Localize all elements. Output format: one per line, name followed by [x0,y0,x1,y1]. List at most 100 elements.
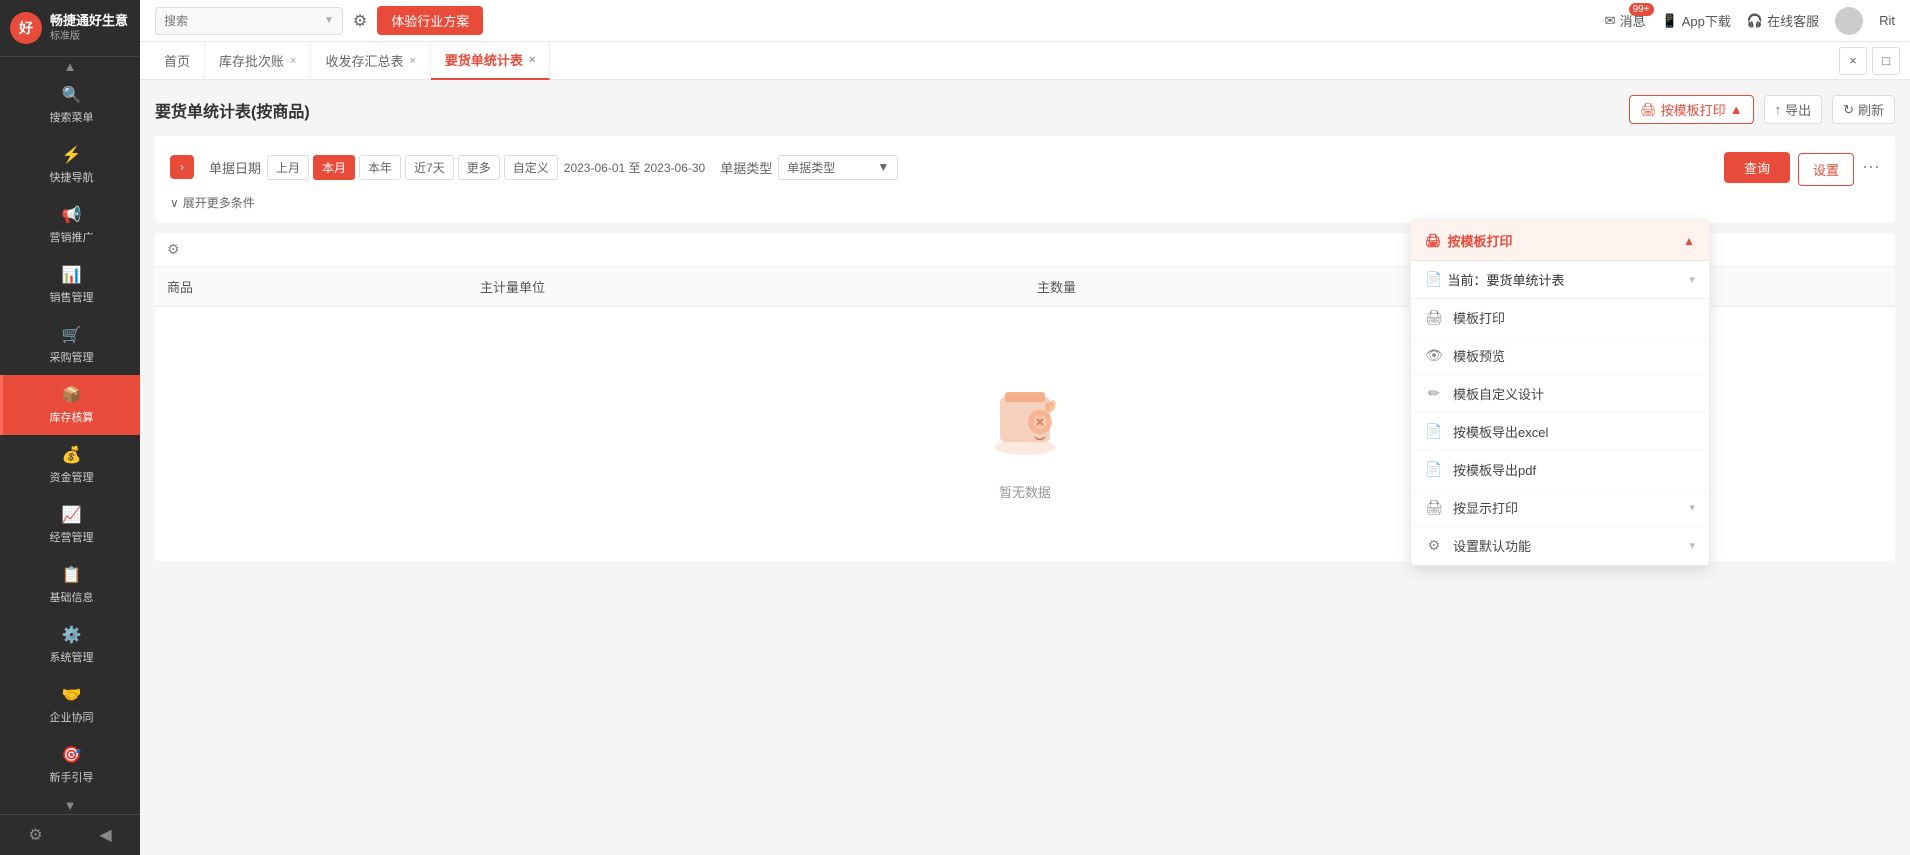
tab-close-window-btn[interactable]: × [1839,47,1867,75]
service-icon: 🎧 [1747,13,1763,29]
settings-btn[interactable]: 设置 [1798,153,1854,186]
export-excel-item[interactable]: 📄 按模板导出excel [1411,413,1709,451]
page-header: 要货单统计表(按商品) 🖨 按模板打印 ▲ ↑ 导出 ↻ 刷新 [155,95,1895,124]
sidebar-scroll-up[interactable]: ▲ [0,57,140,75]
export-pdf-item[interactable]: 📄 按模板导出pdf [1411,451,1709,489]
avatar[interactable] [1835,7,1863,35]
online-service-btn[interactable]: 🎧 在线客服 [1747,11,1819,30]
refresh-btn[interactable]: ↻ 刷新 [1832,95,1895,124]
tab-batch-account-label: 库存批次账 [219,51,284,70]
display-print-arrow: ▾ [1689,501,1695,514]
tab-maximize-btn[interactable]: □ [1872,47,1900,75]
print-dropdown-menu: 🖨 按模板打印 ▲ 📄 当前：要货单统计表 ▾ 🖨 模板打印 👁 模板预览 [1410,220,1710,566]
username-label: Rit [1879,13,1895,28]
tab-order-summary-close[interactable]: × [529,54,535,66]
dropdown-header: 🖨 按模板打印 ▲ [1411,221,1709,261]
query-btn[interactable]: 查询 [1724,152,1790,183]
topbar-gear-icon[interactable]: ⚙ [353,11,367,31]
operation-icon: 📈 [62,505,82,525]
export-icon: ↑ [1775,102,1782,117]
search-icon: 🔍 [62,85,82,105]
date-this-month-btn[interactable]: 本月 [313,155,355,180]
page-title: 要货单统计表(按商品) [155,98,310,122]
template-preview-item[interactable]: 👁 模板预览 [1411,337,1709,375]
sidebar-nav: 🔍 搜索菜单 ⚡ 快捷导航 📢 营销推广 📊 销售管理 🛒 采购管理 📦 库存核… [0,75,140,796]
filter-row-1: › 单据日期 上月 本月 本年 近7天 更多 自定义 2023-06-01 至 … [170,148,1880,186]
sidebar-item-search[interactable]: 🔍 搜索菜单 [0,75,140,135]
date-this-year-btn[interactable]: 本年 [359,155,401,180]
sidebar-item-basic[interactable]: 📋 基础信息 [0,555,140,615]
more-options-icon[interactable]: ⋯ [1862,157,1880,178]
export-btn[interactable]: ↑ 导出 [1764,95,1823,124]
search-dropdown-icon[interactable]: ▼ [324,15,334,26]
sidebar-item-quick-nav[interactable]: ⚡ 快捷导航 [0,135,140,195]
template-design-item[interactable]: ✏ 模板自定义设计 [1411,375,1709,413]
filter-row-2: ∨ 展开更多条件 [170,194,1880,211]
tab-batch-account-close[interactable]: × [290,55,296,67]
doc-type-label: 单据类型 [720,158,772,177]
newbie-icon: 🎯 [62,745,82,765]
table-settings-icon[interactable]: ⚙ [167,241,180,258]
filter-date: 单据日期 上月 本月 本年 近7天 更多 自定义 2023-06-01 至 20… [209,155,705,180]
sidebar-item-inventory[interactable]: 📦 库存核算 [0,375,140,435]
sidebar-item-sales[interactable]: 📊 销售管理 [0,255,140,315]
date-button-group: 上月 本月 本年 近7天 更多 自定义 [267,155,558,180]
tab-home-label: 首页 [164,51,190,70]
topbar: ▼ ⚙ 体验行业方案 ✉ 消息 99+ 📱 App下载 🎧 在线客服 Rit [140,0,1910,42]
dropdown-collapse-arrow[interactable]: ▲ [1683,234,1695,248]
default-func-item[interactable]: ⚙ 设置默认功能 ▾ [1411,527,1709,565]
display-print-item[interactable]: 🖨 按显示打印 ▾ [1411,489,1709,527]
expand-conditions-btn[interactable]: ∨ 展开更多条件 [170,194,1880,211]
filter-doc-type: 单据类型 单据类型 ▼ [720,155,898,180]
tab-home[interactable]: 首页 [150,42,205,80]
search-input[interactable] [164,14,319,28]
tab-order-summary[interactable]: 要货单统计表 × [431,42,550,80]
sidebar-item-newbie[interactable]: 🎯 新手引导 [0,735,140,795]
sidebar-scroll-down[interactable]: ▼ [0,796,140,814]
tabs-actions: × □ [1839,47,1910,75]
current-template-icon: 📄 [1425,271,1442,288]
export-pdf-icon: 📄 [1425,461,1443,478]
date-custom-btn[interactable]: 自定义 [504,155,558,180]
collapse-icon[interactable]: ◀ [99,825,111,845]
template-print-icon: 🖨 [1425,309,1443,326]
message-icon: ✉ [1605,13,1616,29]
filter-right-actions: 查询 设置 ⋯ [1724,148,1880,186]
sidebar-item-finance[interactable]: 💰 资金管理 [0,435,140,495]
message-btn[interactable]: ✉ 消息 99+ [1605,11,1646,30]
filter-bar: › 单据日期 上月 本月 本年 近7天 更多 自定义 2023-06-01 至 … [155,136,1895,223]
tab-receipt-summary[interactable]: 收发存汇总表 × [311,42,430,80]
tab-receipt-summary-close[interactable]: × [409,55,415,67]
topbar-search-box[interactable]: ▼ [155,7,343,35]
settings-bottom-icon[interactable]: ⚙ [28,825,42,845]
sidebar-item-system[interactable]: ⚙️ 系统管理 [0,615,140,675]
filter-expand-icon[interactable]: › [170,155,194,179]
logo-text: 畅捷通好生意 标准版 [50,12,128,44]
print-arrow-icon: ▲ [1730,102,1743,117]
dropdown-header-actions: ▲ [1683,234,1695,248]
template-print-item[interactable]: 🖨 模板打印 [1411,299,1709,337]
empty-text: 暂无数据 [999,482,1051,501]
date-7days-btn[interactable]: 近7天 [405,155,454,180]
sidebar-item-purchase[interactable]: 🛒 采购管理 [0,315,140,375]
app-download-btn[interactable]: 📱 App下载 [1662,11,1731,30]
doc-type-select[interactable]: 单据类型 ▼ [778,155,898,180]
print-template-btn[interactable]: 🖨 按模板打印 ▲ [1629,95,1753,124]
sidebar-item-marketing[interactable]: 📢 营销推广 [0,195,140,255]
refresh-icon: ↻ [1843,102,1854,118]
date-last-month-btn[interactable]: 上月 [267,155,309,180]
marketing-icon: 📢 [62,205,82,225]
tab-batch-account[interactable]: 库存批次账 × [205,42,311,80]
app-logo: 好 畅捷通好生意 标准版 [0,0,140,57]
dropdown-title: 🖨 按模板打印 [1425,231,1513,250]
trial-btn[interactable]: 体验行业方案 [377,6,483,35]
col-product: 商品 [155,267,468,307]
sidebar-item-enterprise[interactable]: 🤝 企业协同 [0,675,140,735]
date-more-btn[interactable]: 更多 [458,155,500,180]
sidebar-item-operation[interactable]: 📈 经营管理 [0,495,140,555]
topbar-right: ✉ 消息 99+ 📱 App下载 🎧 在线客服 Rit [1605,7,1895,35]
doc-type-arrow: ▼ [877,160,889,174]
display-print-icon: 🖨 [1425,499,1443,516]
dropdown-current-item[interactable]: 📄 当前：要货单统计表 ▾ [1411,261,1709,299]
default-func-arrow: ▾ [1689,539,1695,552]
